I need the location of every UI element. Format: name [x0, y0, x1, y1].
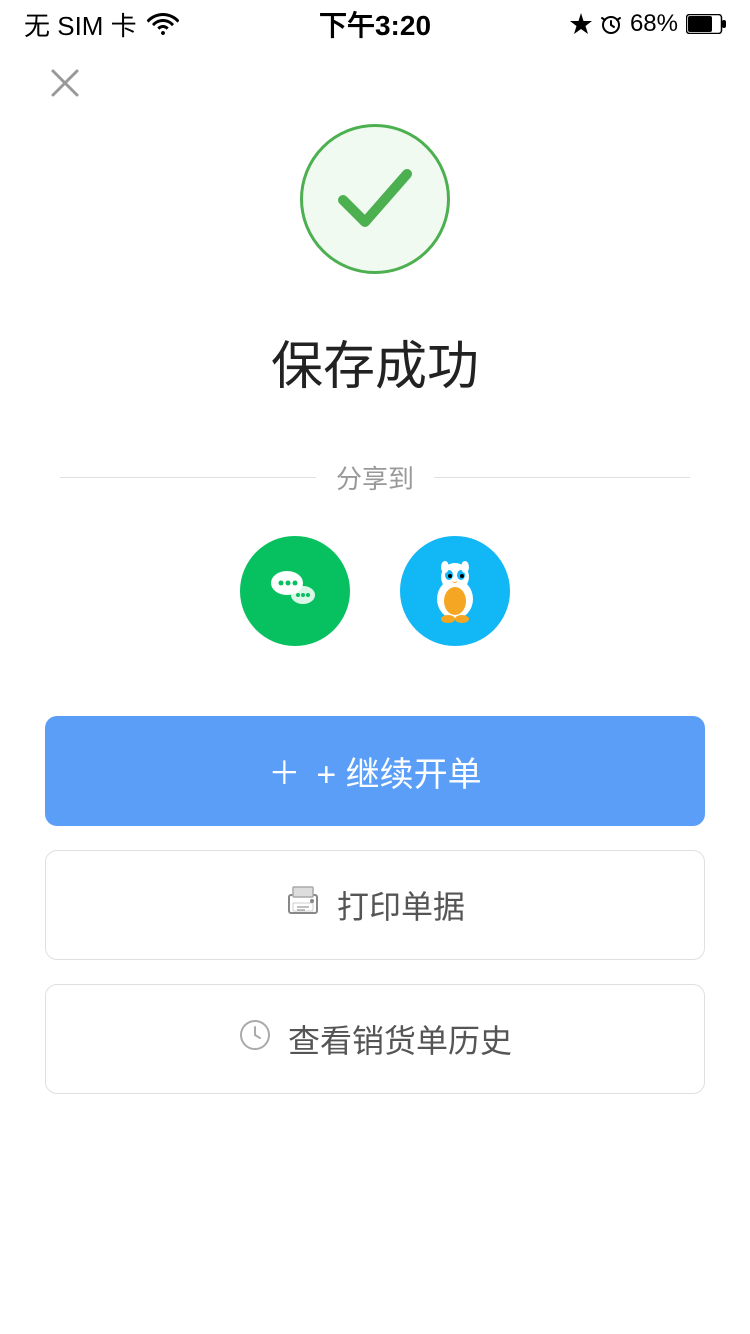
share-qq-button[interactable] — [400, 536, 510, 646]
main-content: 保存成功 分享到 — [0, 44, 750, 1094]
sim-text: 无 SIM 卡 — [24, 6, 137, 43]
print-label: 打印单据 — [337, 882, 465, 928]
status-time: 下午3:20 — [319, 4, 431, 44]
plus-icon: ＋ — [268, 748, 300, 794]
status-bar: 无 SIM 卡 下午3:20 68% — [0, 0, 750, 44]
action-buttons: ＋ + 继续开单 打印单据 — [45, 716, 705, 1094]
share-wechat-button[interactable] — [240, 536, 350, 646]
battery-icon — [686, 14, 726, 34]
success-title: 保存成功 — [271, 324, 479, 399]
status-left: 无 SIM 卡 — [24, 6, 179, 43]
status-right: 68% — [570, 10, 726, 38]
share-icons-row — [240, 536, 510, 646]
wifi-icon — [147, 13, 179, 35]
wechat-icon — [263, 563, 327, 619]
qq-icon — [425, 559, 485, 623]
location-icon — [570, 13, 592, 35]
close-icon — [49, 67, 81, 99]
close-button[interactable] — [40, 58, 90, 108]
checkmark-icon — [335, 164, 415, 234]
share-divider: 分享到 — [0, 459, 750, 496]
continue-order-button[interactable]: ＋ + 继续开单 — [45, 716, 705, 826]
battery-text: 68% — [630, 10, 678, 38]
history-label: 查看销货单历史 — [288, 1016, 512, 1062]
alarm-icon — [600, 13, 622, 35]
view-history-button[interactable]: 查看销货单历史 — [45, 984, 705, 1094]
success-indicator — [300, 124, 450, 274]
share-label: 分享到 — [316, 459, 434, 496]
printer-icon — [285, 885, 321, 925]
print-receipt-button[interactable]: 打印单据 — [45, 850, 705, 960]
continue-order-label: + 继续开单 — [316, 747, 481, 796]
history-icon — [238, 1018, 272, 1060]
